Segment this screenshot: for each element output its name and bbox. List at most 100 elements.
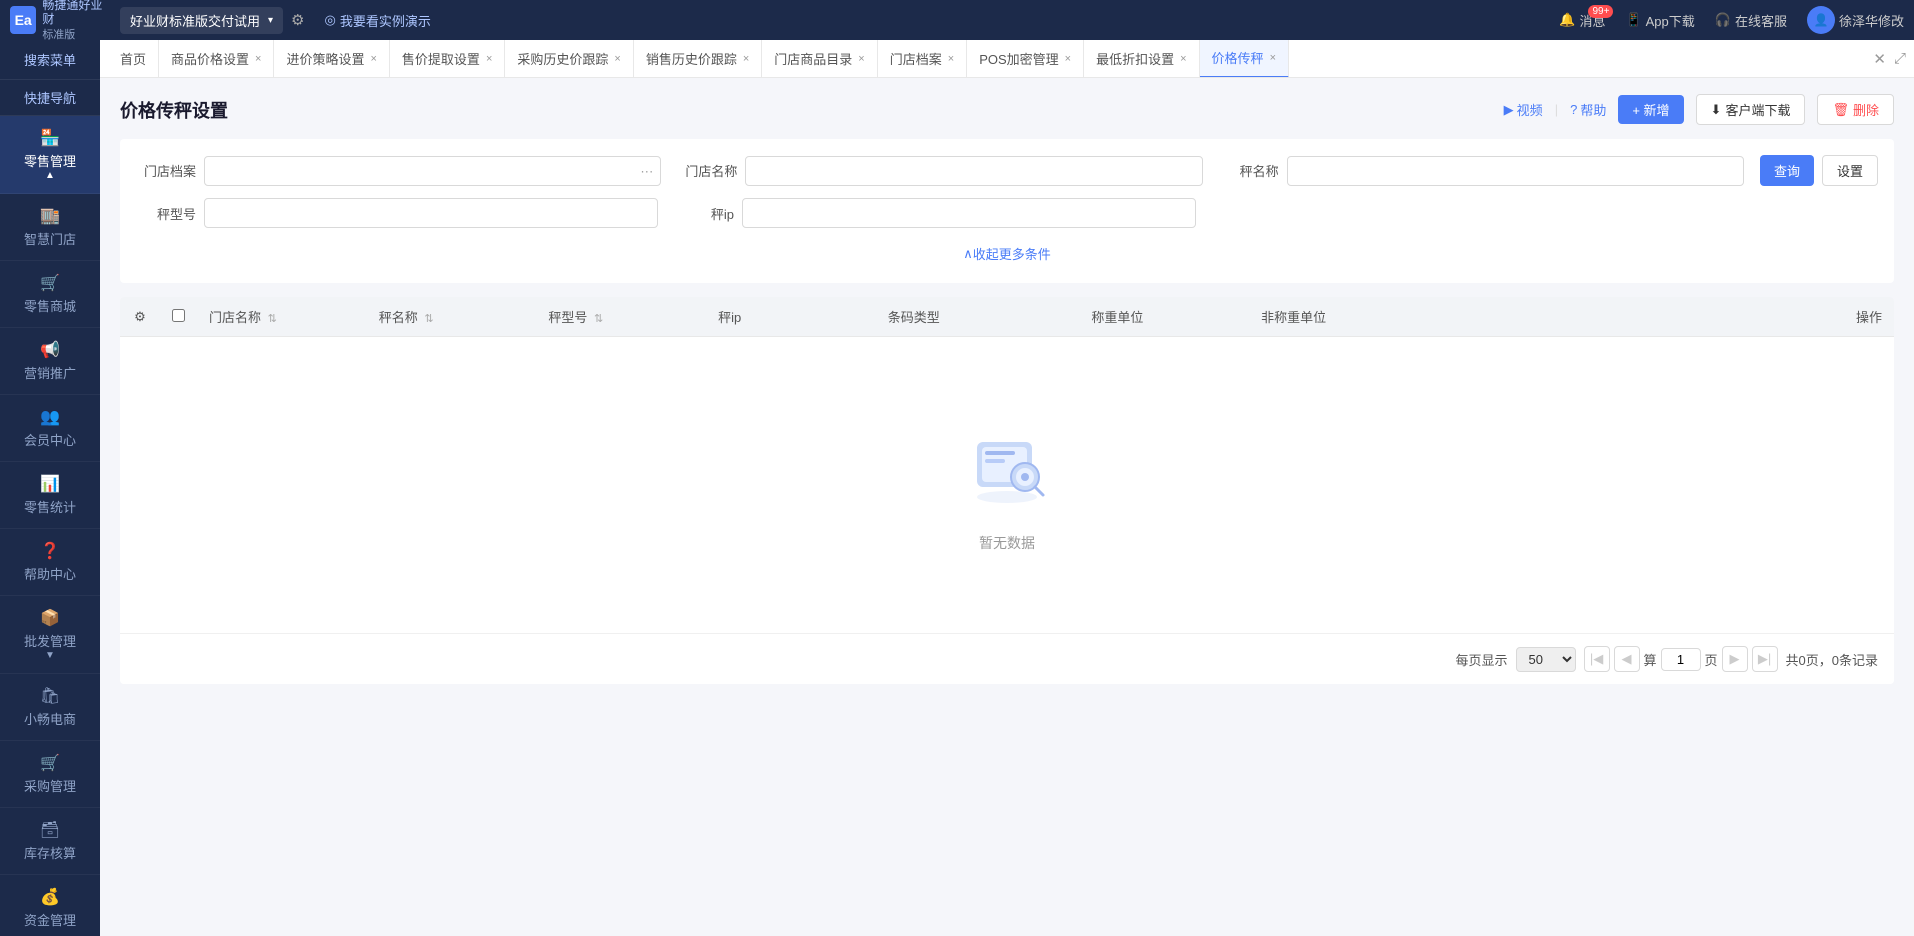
query-button[interactable]: 查询	[1760, 155, 1814, 186]
xiao-chang-icon: 🛍	[40, 686, 60, 706]
page-actions: ▶ 视频 | ? 帮助 + 新增 ⬇ 客户端下载	[1504, 94, 1894, 125]
download-button[interactable]: ⬇ 客户端下载	[1696, 94, 1806, 125]
scale-ip-input[interactable]	[742, 198, 1196, 228]
prev-page-button[interactable]: ◀	[1614, 646, 1640, 672]
tab-goods-price-close[interactable]: ×	[255, 53, 261, 65]
col-scale-model-header: 秤型号 ⇅	[536, 297, 706, 337]
tab-store-catalog[interactable]: 门店商品目录 ×	[762, 40, 877, 78]
col-action-header: 操作	[1758, 297, 1894, 337]
demo-link[interactable]: ◎ 我要看实例演示	[325, 11, 431, 30]
total-info: 共0页，0条记录	[1786, 650, 1878, 669]
col-check-header[interactable]	[160, 297, 197, 337]
ellipsis-icon[interactable]: ···	[640, 163, 653, 178]
tab-purchase-history[interactable]: 采购历史价跟踪 ×	[505, 40, 633, 78]
tab-sales-history-close[interactable]: ×	[743, 53, 749, 65]
col-scale-name-label: 秤名称	[379, 310, 418, 325]
sidebar-item-finance[interactable]: 💰 资金管理	[0, 875, 100, 936]
sidebar-item-retail-stats[interactable]: 📊 零售统计	[0, 462, 100, 529]
close-tab-button[interactable]: ✕	[1873, 50, 1886, 68]
product-selector[interactable]: 好业财标准版交付试用 ▾	[120, 7, 283, 34]
expand-tab-button[interactable]: ⤢	[1894, 50, 1906, 67]
sidebar-item-smart-store[interactable]: 🏬 智慧门店	[0, 194, 100, 261]
sidebar-item-marketing[interactable]: 📢 营销推广	[0, 328, 100, 395]
tab-min-discount[interactable]: 最低折扣设置 ×	[1084, 40, 1199, 78]
tab-sale-price[interactable]: 售价提取设置 ×	[390, 40, 505, 78]
sidebar-item-member-center[interactable]: 👥 会员中心	[0, 395, 100, 462]
col-scale-name-header: 秤名称 ⇅	[367, 297, 537, 337]
last-page-button[interactable]: ▶|	[1752, 646, 1778, 672]
app-download-button[interactable]: 📱 App下载	[1625, 11, 1694, 30]
sidebar-item-inventory[interactable]: 🗃 库存核算	[0, 808, 100, 875]
help-icon: ?	[1570, 102, 1577, 117]
sidebar-item-purchase-mgmt[interactable]: 🛒 采购管理	[0, 741, 100, 808]
help-link[interactable]: ? 帮助	[1570, 100, 1606, 119]
search-row-2: 秤型号 秤ip	[136, 198, 1878, 228]
tab-min-discount-close[interactable]: ×	[1180, 53, 1186, 65]
tab-goods-price[interactable]: 商品价格设置 ×	[159, 40, 274, 78]
next-page-button[interactable]: ▶	[1722, 646, 1748, 672]
tab-pos-management[interactable]: POS加密管理 ×	[967, 40, 1084, 78]
tab-store-catalog-close[interactable]: ×	[858, 53, 864, 65]
user-menu[interactable]: 👤 徐泽华修改	[1807, 6, 1904, 34]
search-form: 门店档案 ··· 门店名称 秤名称	[120, 139, 1894, 283]
tab-home[interactable]: 首页	[108, 40, 159, 78]
video-link[interactable]: ▶ 视频	[1504, 100, 1543, 119]
select-all-checkbox[interactable]	[172, 309, 185, 322]
col-barcode-type-header: 条码类型	[876, 297, 1080, 337]
tab-price-scale-label: 价格传秤	[1212, 48, 1264, 67]
store-name-label: 门店名称	[677, 161, 737, 180]
collapse-label: 收起更多条件	[973, 244, 1051, 263]
sort-store-name-icon[interactable]: ⇅	[268, 313, 277, 325]
tab-price-scale[interactable]: 价格传秤 ×	[1200, 40, 1289, 78]
delete-button[interactable]: 🗑 删除	[1817, 94, 1894, 125]
sort-scale-model-icon[interactable]: ⇅	[594, 313, 603, 325]
col-settings-header[interactable]: ⚙	[120, 297, 160, 337]
tab-store-profile-label: 门店档案	[890, 49, 942, 68]
download-icon: 📱	[1625, 12, 1641, 28]
marketing-icon: 📢	[40, 340, 60, 360]
collapse-bar[interactable]: ∧ 收起更多条件	[136, 240, 1878, 267]
help-label: 帮助	[1580, 100, 1606, 119]
tab-store-profile-close[interactable]: ×	[948, 53, 954, 65]
settings-icon[interactable]: ⚙	[291, 11, 304, 29]
sort-scale-name-icon[interactable]: ⇅	[424, 313, 433, 325]
sidebar-item-retail-mgmt[interactable]: 🏪 零售管理 ▲	[0, 116, 100, 194]
retail-stats-icon: 📊	[40, 474, 60, 494]
first-page-button[interactable]: |◀	[1584, 646, 1610, 672]
scale-model-group: 秤型号	[136, 198, 658, 228]
tab-sales-history[interactable]: 销售历史价跟踪 ×	[634, 40, 762, 78]
col-non-weight-unit-header: 非称重单位	[1249, 297, 1758, 337]
per-page-label: 每页显示	[1455, 650, 1507, 669]
sidebar-item-retail-mall[interactable]: 🛒 零售商城	[0, 261, 100, 328]
sidebar-item-xiao-chang[interactable]: 🛍 小畅电商	[0, 674, 100, 741]
page-number-input[interactable]	[1661, 648, 1701, 671]
col-scale-ip-label: 秤ip	[718, 310, 741, 325]
bell-icon: 🔔	[1559, 12, 1575, 28]
store-profile-input[interactable]	[204, 156, 661, 186]
scale-model-input[interactable]	[204, 198, 658, 228]
sidebar-item-inventory-label: 库存核算	[24, 843, 76, 862]
sidebar-item-wholesale-mgmt[interactable]: 📦 批发管理 ▼	[0, 596, 100, 674]
add-button[interactable]: + 新增	[1618, 95, 1683, 124]
tab-purchase-strategy-close[interactable]: ×	[370, 53, 376, 65]
col-non-weight-unit-label: 非称重单位	[1261, 310, 1326, 325]
sidebar-item-purchase-mgmt-label: 采购管理	[24, 776, 76, 795]
tab-pos-management-close[interactable]: ×	[1065, 53, 1071, 65]
tab-sale-price-close[interactable]: ×	[486, 53, 492, 65]
table-container: ⚙ 门店名称 ⇅ 秤名称	[120, 297, 1894, 337]
sidebar-item-help-center[interactable]: ❓ 帮助中心	[0, 529, 100, 596]
tab-purchase-strategy[interactable]: 进价策略设置 ×	[274, 40, 389, 78]
messages-button[interactable]: 🔔 消息 99+	[1559, 11, 1605, 30]
scale-ip-group: 秤ip	[674, 198, 1196, 228]
tab-purchase-history-close[interactable]: ×	[614, 53, 620, 65]
store-profile-input-wrapper: ···	[204, 156, 661, 186]
store-name-input[interactable]	[745, 156, 1202, 186]
tab-store-profile[interactable]: 门店档案 ×	[878, 40, 967, 78]
tab-price-scale-close[interactable]: ×	[1270, 52, 1276, 64]
quick-nav-button[interactable]: 快捷导航	[0, 80, 100, 116]
online-service-button[interactable]: 🎧 在线客服	[1715, 11, 1787, 30]
search-menu-button[interactable]: 搜索菜单	[0, 40, 100, 80]
per-page-select[interactable]: 10 20 50 100	[1516, 647, 1576, 672]
settings-button-form[interactable]: 设置	[1822, 155, 1878, 186]
scale-name-input[interactable]	[1287, 156, 1744, 186]
